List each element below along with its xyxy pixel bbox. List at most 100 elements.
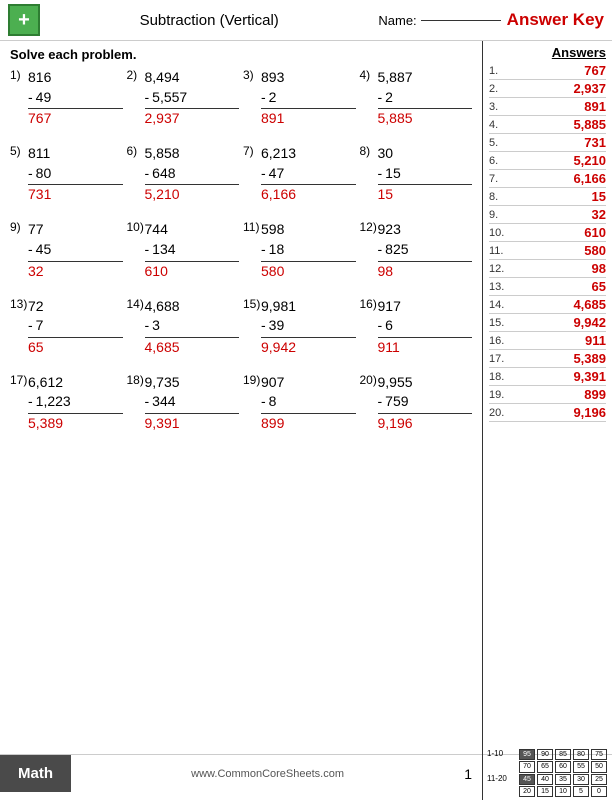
answer-value: 65	[28, 339, 44, 355]
problem-top: 811	[28, 144, 50, 164]
minus-icon: -	[145, 164, 150, 184]
answer-num: 11.	[489, 245, 511, 257]
name-label: Name:	[378, 13, 416, 28]
logo-symbol: +	[18, 9, 30, 32]
minus-icon: -	[145, 88, 150, 108]
problem-7: 7) 6,213 - 47 6,166	[243, 144, 356, 202]
answer-value: 899	[261, 415, 284, 431]
problem-set: 16) 917 - 6 911	[360, 297, 473, 355]
problem-subtrahend: - 134	[145, 240, 176, 260]
answer-value: 610	[145, 263, 168, 279]
answer-num: 16.	[489, 335, 511, 347]
subtrahend-value: 6	[385, 316, 393, 336]
problem-17: 17) 6,612 - 1,223 5,389	[10, 373, 123, 431]
problem-subtrahend: - 344	[145, 392, 176, 412]
subtrahend-value: 648	[152, 164, 175, 184]
answer-value: 9,196	[378, 415, 413, 431]
problem-top: 923	[378, 220, 401, 240]
subtrahend-value: 2	[269, 88, 277, 108]
problem-num: 20)	[360, 373, 377, 387]
problem-set: 3) 893 - 2 891	[243, 68, 356, 126]
subtrahend-value: 18	[269, 240, 285, 260]
problem-4: 4) 5,887 - 2 5,885	[360, 68, 473, 126]
answer-num: 1.	[489, 65, 511, 77]
problem-8: 8) 30 - 15 15	[360, 144, 473, 202]
answer-item-9: 9. 32	[489, 206, 606, 224]
problem-set: 6) 5,858 - 648 5,210	[127, 144, 240, 202]
problem-subtrahend: - 648	[145, 164, 176, 184]
problem-num: 2)	[127, 68, 138, 82]
subtrahend-value: 15	[385, 164, 401, 184]
problem-top: 5,887	[378, 68, 413, 88]
header-title: Subtraction (Vertical)	[40, 12, 378, 29]
problem-subtrahend: - 49	[28, 88, 51, 108]
problem-top: 8,494	[145, 68, 180, 88]
answer-sidebar-value: 5,210	[511, 153, 606, 168]
answer-line	[261, 337, 356, 338]
problem-subtrahend: - 7	[28, 316, 43, 336]
answer-key-label: Answer Key	[507, 10, 604, 30]
answer-value: 5,389	[28, 415, 63, 431]
problem-set: 18) 9,735 - 344 9,391	[127, 373, 240, 431]
problem-top: 30	[378, 144, 394, 164]
subtrahend-value: 39	[269, 316, 285, 336]
minus-icon: -	[378, 240, 383, 260]
answer-value: 5,210	[145, 186, 180, 202]
answer-value: 731	[28, 186, 51, 202]
problem-subtrahend: - 80	[28, 164, 51, 184]
subtrahend-value: 759	[385, 392, 408, 412]
subtrahend-value: 7	[36, 316, 44, 336]
problem-set: 19) 907 - 8 899	[243, 373, 356, 431]
problem-top: 77	[28, 220, 44, 240]
problem-top: 6,612	[28, 373, 63, 393]
problem-subtrahend: - 45	[28, 240, 51, 260]
problem-5: 5) 811 - 80 731	[10, 144, 123, 202]
minus-icon: -	[145, 240, 150, 260]
answer-num: 9.	[489, 209, 511, 221]
answer-item-20: 20. 9,196	[489, 404, 606, 422]
problem-num: 9)	[10, 220, 21, 234]
problem-num: 6)	[127, 144, 138, 158]
problem-set: 20) 9,955 - 759 9,196	[360, 373, 473, 431]
problem-top: 6,213	[261, 144, 296, 164]
answer-line	[28, 261, 123, 262]
answer-line	[145, 261, 240, 262]
answer-line	[378, 413, 473, 414]
problem-num: 16)	[360, 297, 377, 311]
answer-line	[145, 184, 240, 185]
problem-top: 917	[378, 297, 401, 317]
subtrahend-value: 1,223	[36, 392, 71, 412]
problem-9: 9) 77 - 45 32	[10, 220, 123, 278]
answer-line	[28, 337, 123, 338]
answer-sidebar-value: 65	[511, 279, 606, 294]
answer-value: 9,391	[145, 415, 180, 431]
problem-num: 8)	[360, 144, 371, 158]
answer-sidebar-value: 899	[511, 387, 606, 402]
answer-num: 12.	[489, 263, 511, 275]
problem-top: 5,858	[145, 144, 180, 164]
answer-line	[28, 108, 123, 109]
answer-value: 2,937	[145, 110, 180, 126]
answer-sidebar-value: 9,196	[511, 405, 606, 420]
minus-icon: -	[378, 164, 383, 184]
answer-sidebar-value: 15	[511, 189, 606, 204]
subtrahend-value: 47	[269, 164, 285, 184]
answer-line	[378, 184, 473, 185]
answer-item-7: 7. 6,166	[489, 170, 606, 188]
problem-subtrahend: - 759	[378, 392, 409, 412]
problem-num: 11)	[243, 220, 259, 234]
problem-top: 9,981	[261, 297, 296, 317]
problem-set: 7) 6,213 - 47 6,166	[243, 144, 356, 202]
answer-item-3: 3. 891	[489, 98, 606, 116]
subtrahend-value: 8	[269, 392, 277, 412]
answer-line	[378, 337, 473, 338]
problem-subtrahend: - 2	[378, 88, 393, 108]
problem-num: 7)	[243, 144, 254, 158]
answer-value: 891	[261, 110, 284, 126]
answer-value: 32	[28, 263, 44, 279]
problem-subtrahend: - 15	[378, 164, 401, 184]
answer-item-2: 2. 2,937	[489, 80, 606, 98]
problem-subtrahend: - 825	[378, 240, 409, 260]
answer-line	[145, 337, 240, 338]
answer-num: 5.	[489, 137, 511, 149]
